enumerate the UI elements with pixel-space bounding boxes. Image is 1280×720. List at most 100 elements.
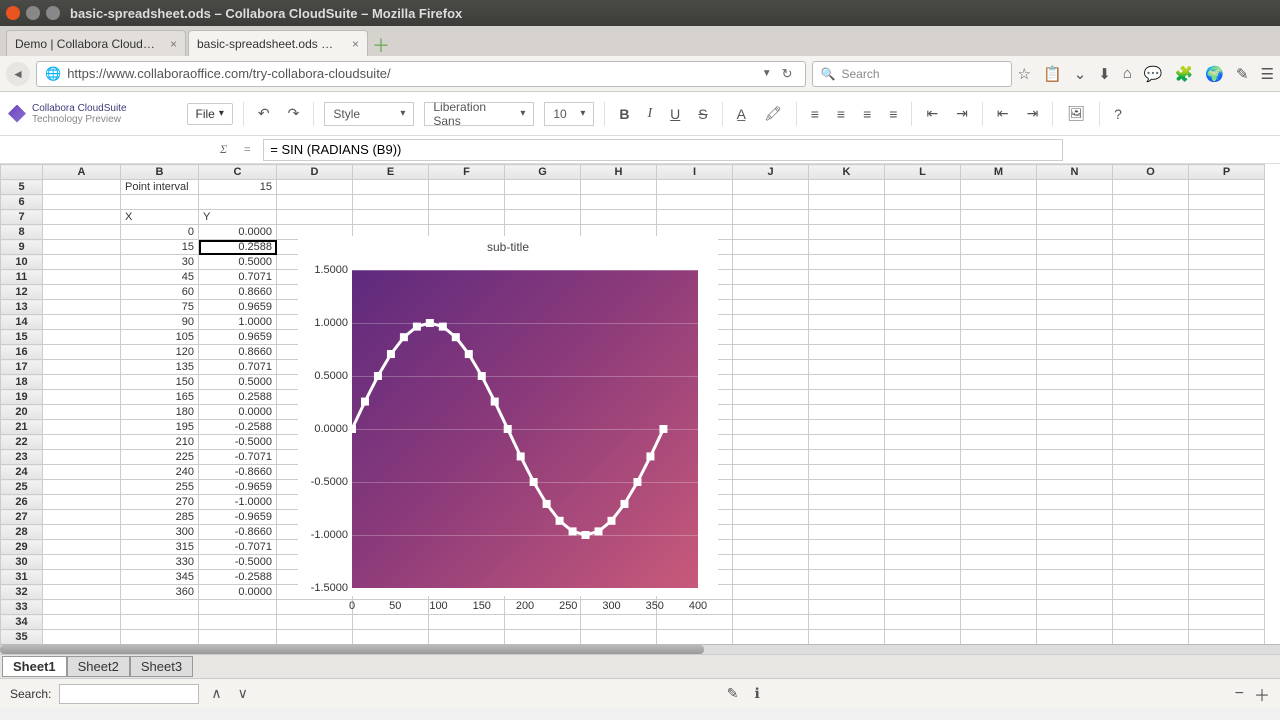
cell-P31[interactable] (1189, 570, 1265, 585)
browser-tab-1[interactable]: basic-spreadsheet.ods … × (188, 30, 368, 56)
col-header[interactable]: A (43, 165, 121, 180)
cell-M5[interactable] (961, 180, 1037, 195)
cell-C8[interactable]: 0.0000 (199, 225, 277, 240)
cell-K24[interactable] (809, 465, 885, 480)
cell-J15[interactable] (733, 330, 809, 345)
cell-P27[interactable] (1189, 510, 1265, 525)
cell-M7[interactable] (961, 210, 1037, 225)
cell-P34[interactable] (1189, 615, 1265, 630)
col-header[interactable]: L (885, 165, 961, 180)
indent-icon[interactable]: ⇥ (1023, 101, 1043, 126)
cell-O31[interactable] (1113, 570, 1189, 585)
cell-E5[interactable] (353, 180, 429, 195)
col-header[interactable]: I (657, 165, 733, 180)
cell-C13[interactable]: 0.9659 (199, 300, 277, 315)
cell-M26[interactable] (961, 495, 1037, 510)
cell-F34[interactable] (429, 615, 505, 630)
cell-H6[interactable] (581, 195, 657, 210)
cell-D6[interactable] (277, 195, 353, 210)
cell-J11[interactable] (733, 270, 809, 285)
cell-L26[interactable] (885, 495, 961, 510)
cell-K23[interactable] (809, 450, 885, 465)
cell-B21[interactable]: 195 (121, 420, 199, 435)
cell-G6[interactable] (505, 195, 581, 210)
cell-J23[interactable] (733, 450, 809, 465)
cell-K20[interactable] (809, 405, 885, 420)
cell-K15[interactable] (809, 330, 885, 345)
cell-B17[interactable]: 135 (121, 360, 199, 375)
cell-N17[interactable] (1037, 360, 1113, 375)
col-header[interactable]: K (809, 165, 885, 180)
cell-P29[interactable] (1189, 540, 1265, 555)
cell-N5[interactable] (1037, 180, 1113, 195)
cell-C35[interactable] (199, 630, 277, 645)
cell-L33[interactable] (885, 600, 961, 615)
cell-J6[interactable] (733, 195, 809, 210)
col-header[interactable]: J (733, 165, 809, 180)
cell-M17[interactable] (961, 360, 1037, 375)
row-header[interactable]: 17 (1, 360, 43, 375)
cell-P20[interactable] (1189, 405, 1265, 420)
cell-K32[interactable] (809, 585, 885, 600)
cell-P24[interactable] (1189, 465, 1265, 480)
cell-L34[interactable] (885, 615, 961, 630)
home-icon[interactable]: ⌂ (1123, 65, 1132, 82)
cell-J9[interactable] (733, 240, 809, 255)
col-header[interactable]: F (429, 165, 505, 180)
cell-L28[interactable] (885, 525, 961, 540)
cell-D5[interactable] (277, 180, 353, 195)
cell-N26[interactable] (1037, 495, 1113, 510)
cell-C15[interactable]: 0.9659 (199, 330, 277, 345)
row-header[interactable]: 15 (1, 330, 43, 345)
cell-L31[interactable] (885, 570, 961, 585)
cell-E6[interactable] (353, 195, 429, 210)
cell-M18[interactable] (961, 375, 1037, 390)
italic-button[interactable]: I (643, 102, 656, 126)
cell-H34[interactable] (581, 615, 657, 630)
cell-N9[interactable] (1037, 240, 1113, 255)
cell-J34[interactable] (733, 615, 809, 630)
cell-N21[interactable] (1037, 420, 1113, 435)
col-header[interactable]: D (277, 165, 353, 180)
cell-B19[interactable]: 165 (121, 390, 199, 405)
zoom-in-button[interactable]: ＋ (1254, 682, 1270, 706)
cell-B32[interactable]: 360 (121, 585, 199, 600)
horizontal-scrollbar[interactable] (0, 644, 1280, 654)
cell-O6[interactable] (1113, 195, 1189, 210)
cell-A30[interactable] (43, 555, 121, 570)
cell-C26[interactable]: -1.0000 (199, 495, 277, 510)
cell-O29[interactable] (1113, 540, 1189, 555)
cell-I6[interactable] (657, 195, 733, 210)
spreadsheet-area[interactable]: ABCDEFGHIJKLMNOP5Point interval1567XY800… (0, 164, 1280, 654)
cell-B11[interactable]: 45 (121, 270, 199, 285)
cell-G7[interactable] (505, 210, 581, 225)
find-next-icon[interactable]: ∨ (234, 681, 252, 706)
star-icon[interactable]: ☆ (1018, 65, 1031, 83)
indent-dec-icon[interactable]: ⇤ (922, 101, 942, 126)
cell-A5[interactable] (43, 180, 121, 195)
row-header[interactable]: 27 (1, 510, 43, 525)
formula-input[interactable] (263, 139, 1063, 161)
cell-B23[interactable]: 225 (121, 450, 199, 465)
row-header[interactable]: 20 (1, 405, 43, 420)
cell-N35[interactable] (1037, 630, 1113, 645)
picker-icon[interactable]: ✎ (1236, 65, 1249, 83)
cell-O21[interactable] (1113, 420, 1189, 435)
col-header[interactable]: N (1037, 165, 1113, 180)
chat-icon[interactable]: 💬 (1144, 65, 1163, 83)
row-header[interactable]: 32 (1, 585, 43, 600)
cell-M33[interactable] (961, 600, 1037, 615)
cell-B20[interactable]: 180 (121, 405, 199, 420)
cell-D34[interactable] (277, 615, 353, 630)
puzzle-icon[interactable]: 🧩 (1175, 65, 1194, 83)
cell-J20[interactable] (733, 405, 809, 420)
cell-N18[interactable] (1037, 375, 1113, 390)
col-header[interactable]: P (1189, 165, 1265, 180)
bold-button[interactable]: B (615, 102, 633, 126)
cell-A18[interactable] (43, 375, 121, 390)
cell-K7[interactable] (809, 210, 885, 225)
col-header[interactable]: E (353, 165, 429, 180)
indent-inc-icon[interactable]: ⇥ (952, 101, 972, 126)
cell-J24[interactable] (733, 465, 809, 480)
cell-N25[interactable] (1037, 480, 1113, 495)
